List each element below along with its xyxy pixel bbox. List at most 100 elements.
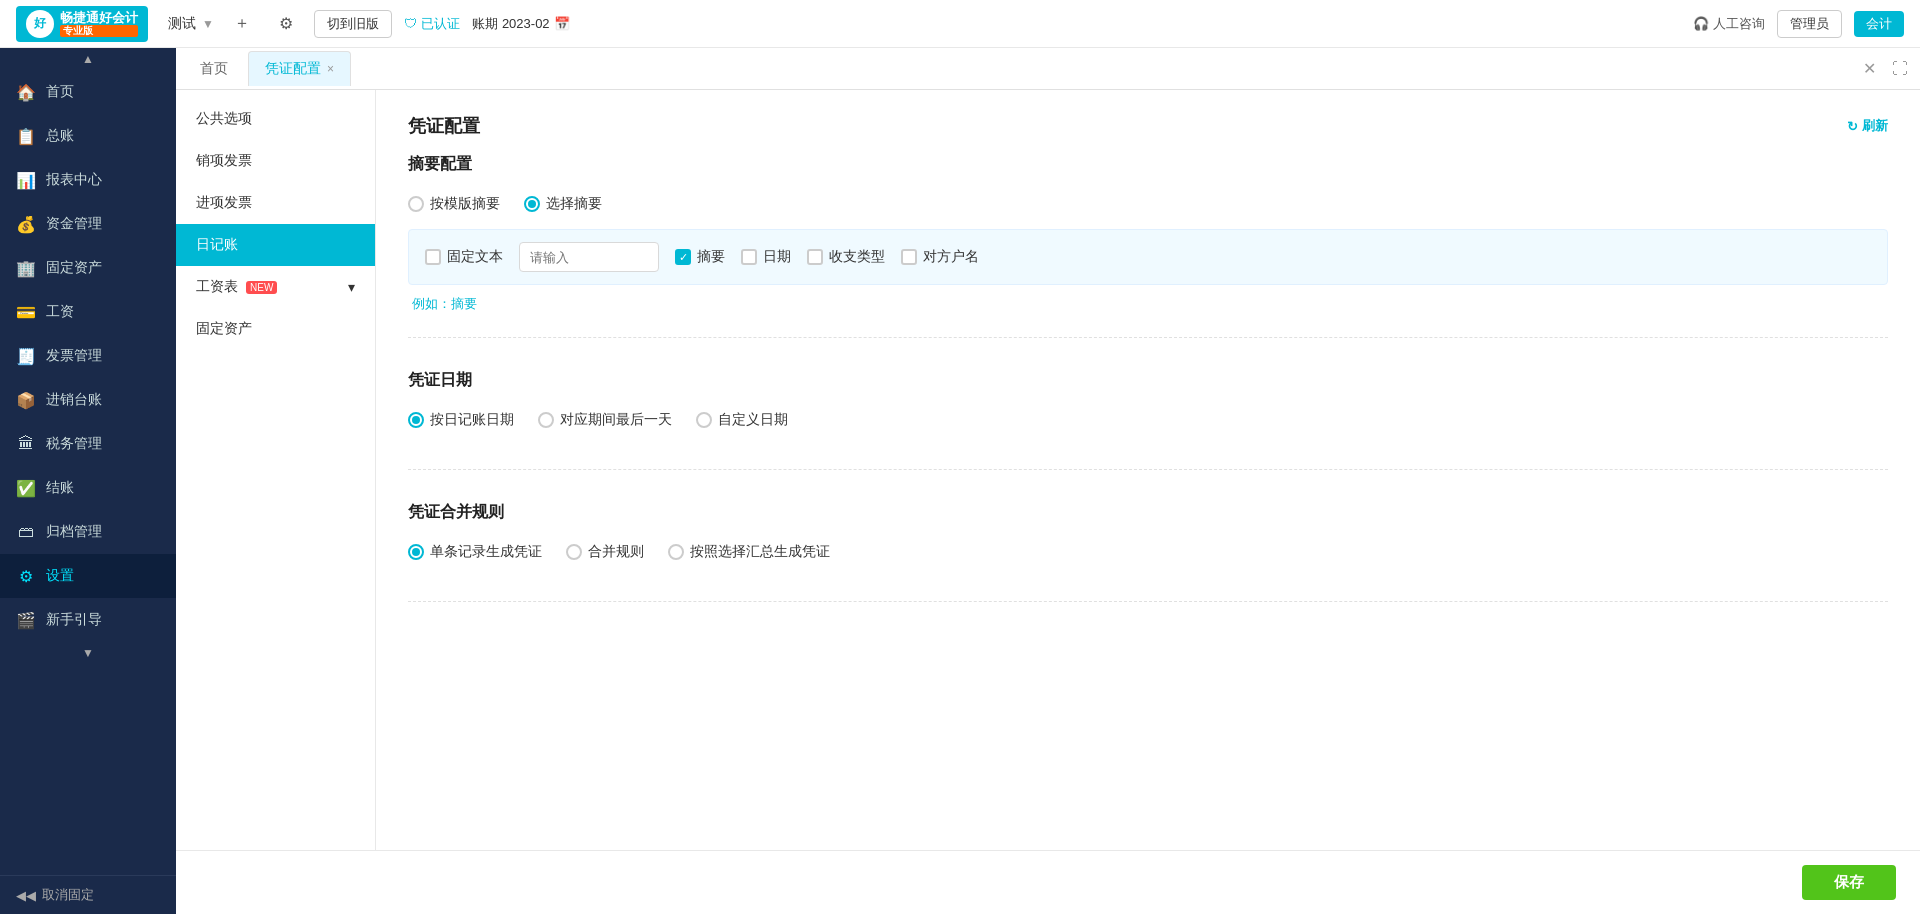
report-icon: 📊 <box>16 170 36 190</box>
sidebar-item-guide[interactable]: 🎬 新手引导 <box>0 598 176 642</box>
radio-single-circle <box>408 544 424 560</box>
support-button[interactable]: 🎧 人工咨询 <box>1693 15 1765 33</box>
period-display: 账期 2023-02 📅 <box>472 15 570 33</box>
sidebar-item-invoice[interactable]: 🧾 发票管理 <box>0 334 176 378</box>
content-area: 首页 凭证配置 × ✕ ⛶ 公共选项 <box>176 48 1920 914</box>
radio-single-label: 单条记录生成凭证 <box>430 543 542 561</box>
scroll-down-icon[interactable]: ▼ <box>0 642 176 664</box>
tab-controls: ✕ ⛶ <box>1859 55 1912 82</box>
tab-home[interactable]: 首页 <box>184 52 244 86</box>
sidebar-label-invoice: 发票管理 <box>46 347 102 365</box>
sidebar-label-archive: 归档管理 <box>46 523 102 541</box>
section-summary-title: 摘要配置 <box>408 154 1888 175</box>
nav-item-sales[interactable]: 销项发票 <box>176 140 375 182</box>
checkbox-summary-label: 摘要 <box>697 248 725 266</box>
radio-merge-rule[interactable]: 合并规则 <box>566 543 644 561</box>
radio-template-label: 按模版摘要 <box>430 195 500 213</box>
settings-icon[interactable]: ⚙ <box>270 8 302 40</box>
tax-icon: 🏛 <box>16 434 36 454</box>
settings-sidebar-icon: ⚙ <box>16 566 36 586</box>
checkbox-counterpart-label: 对方户名 <box>923 248 979 266</box>
sidebar-item-ledger[interactable]: 📋 总账 <box>0 114 176 158</box>
calendar-icon[interactable]: 📅 <box>554 16 570 31</box>
refresh-button[interactable]: ↻ 刷新 <box>1847 117 1888 135</box>
summary-radio-group: 按模版摘要 选择摘要 <box>408 195 1888 213</box>
switch-version-button[interactable]: 切到旧版 <box>314 10 392 38</box>
support-label: 人工咨询 <box>1713 15 1765 33</box>
period-value: 2023-02 <box>502 16 550 31</box>
nav-item-fixed-assets[interactable]: 固定资产 <box>176 308 375 350</box>
sidebar-item-home[interactable]: 🏠 首页 <box>0 70 176 114</box>
user-button[interactable]: 管理员 <box>1777 10 1842 38</box>
trade-icon: 📦 <box>16 390 36 410</box>
tab-fullscreen-button[interactable]: ⛶ <box>1888 56 1912 82</box>
sidebar-item-archive[interactable]: 🗃 归档管理 <box>0 510 176 554</box>
funds-icon: 💰 <box>16 214 36 234</box>
section-merge: 凭证合并规则 单条记录生成凭证 合并规则 <box>408 502 1888 602</box>
checkbox-summary-box <box>675 249 691 265</box>
section-merge-title: 凭证合并规则 <box>408 502 1888 523</box>
nav-item-journal[interactable]: 日记账 <box>176 224 375 266</box>
checkbox-date[interactable]: 日期 <box>741 248 791 266</box>
nav-item-purchase[interactable]: 进项发票 <box>176 182 375 224</box>
radio-period-last[interactable]: 对应期间最后一天 <box>538 411 672 429</box>
nav-label-purchase: 进项发票 <box>196 194 252 212</box>
sidebar-label-settle: 结账 <box>46 479 74 497</box>
main-panel: 凭证配置 ↻ 刷新 摘要配置 按模版摘要 <box>376 90 1920 914</box>
checkbox-counterpart[interactable]: 对方户名 <box>901 248 979 266</box>
app-name: 畅捷通好会计 <box>60 10 138 26</box>
summary-checkbox-row: 固定文本 摘要 日期 <box>408 229 1888 285</box>
radio-summary-gen[interactable]: 按照选择汇总生成凭证 <box>668 543 830 561</box>
sidebar-item-settings[interactable]: ⚙ 设置 <box>0 554 176 598</box>
tab-close-button[interactable]: ✕ <box>1859 55 1880 82</box>
page-title-row: 凭证配置 ↻ 刷新 <box>408 114 1888 138</box>
tab-voucher-config[interactable]: 凭证配置 × <box>248 51 351 86</box>
radio-journal-date[interactable]: 按日记账日期 <box>408 411 514 429</box>
cancel-fixed-button[interactable]: ◀◀ 取消固定 <box>0 875 176 914</box>
sidebar-label-fixed-asset: 固定资产 <box>46 259 102 277</box>
radio-template-summary[interactable]: 按模版摘要 <box>408 195 500 213</box>
checkbox-fixed-text[interactable]: 固定文本 <box>425 248 503 266</box>
radio-custom-date[interactable]: 自定义日期 <box>696 411 788 429</box>
scroll-up-icon[interactable]: ▲ <box>0 48 176 70</box>
sidebar-item-fixed-asset[interactable]: 🏢 固定资产 <box>0 246 176 290</box>
sidebar-item-tax[interactable]: 🏛 税务管理 <box>0 422 176 466</box>
radio-custom-date-label: 自定义日期 <box>718 411 788 429</box>
home-icon: 🏠 <box>16 82 36 102</box>
role-button[interactable]: 会计 <box>1854 11 1904 37</box>
sidebar-label-ledger: 总账 <box>46 127 74 145</box>
sidebar-item-payroll[interactable]: 💳 工资 <box>0 290 176 334</box>
checkbox-payment-type[interactable]: 收支类型 <box>807 248 885 266</box>
checkbox-fixed-text-box <box>425 249 441 265</box>
date-radio-group: 按日记账日期 对应期间最后一天 自定义日期 <box>408 411 1888 429</box>
left-nav: 公共选项 销项发票 进项发票 日记账 工资表NEW ▾ <box>176 90 376 914</box>
save-button[interactable]: 保存 <box>1802 865 1896 900</box>
fixed-text-input[interactable] <box>519 242 659 272</box>
tab-close-icon[interactable]: × <box>327 62 334 76</box>
checkbox-summary[interactable]: 摘要 <box>675 248 725 266</box>
tab-home-label: 首页 <box>200 60 228 78</box>
refresh-icon: ↻ <box>1847 119 1858 134</box>
sidebar-label-report: 报表中心 <box>46 171 102 189</box>
checkbox-date-label: 日期 <box>763 248 791 266</box>
radio-period-last-circle <box>538 412 554 428</box>
sidebar-item-report[interactable]: 📊 报表中心 <box>0 158 176 202</box>
archive-icon: 🗃 <box>16 522 36 542</box>
ledger-icon: 📋 <box>16 126 36 146</box>
fixed-asset-icon: 🏢 <box>16 258 36 278</box>
payroll-icon: 💳 <box>16 302 36 322</box>
sidebar-item-funds[interactable]: 💰 资金管理 <box>0 202 176 246</box>
radio-single[interactable]: 单条记录生成凭证 <box>408 543 542 561</box>
radio-merge-rule-label: 合并规则 <box>588 543 644 561</box>
page-title-text: 凭证配置 <box>408 114 480 138</box>
sidebar-item-settle[interactable]: ✅ 结账 <box>0 466 176 510</box>
add-button[interactable]: ＋ <box>226 8 258 40</box>
sidebar: ▲ 🏠 首页 📋 总账 📊 报表中心 💰 资金管理 <box>0 48 176 914</box>
nav-item-payroll-table[interactable]: 工资表NEW ▾ <box>176 266 375 308</box>
sidebar-item-trade[interactable]: 📦 进销台账 <box>0 378 176 422</box>
radio-select-summary[interactable]: 选择摘要 <box>524 195 602 213</box>
merge-radio-group: 单条记录生成凭证 合并规则 按照选择汇总生成凭证 <box>408 543 1888 561</box>
nav-item-public[interactable]: 公共选项 <box>176 98 375 140</box>
settle-icon: ✅ <box>16 478 36 498</box>
project-selector[interactable]: 测试 ▼ <box>168 15 214 33</box>
